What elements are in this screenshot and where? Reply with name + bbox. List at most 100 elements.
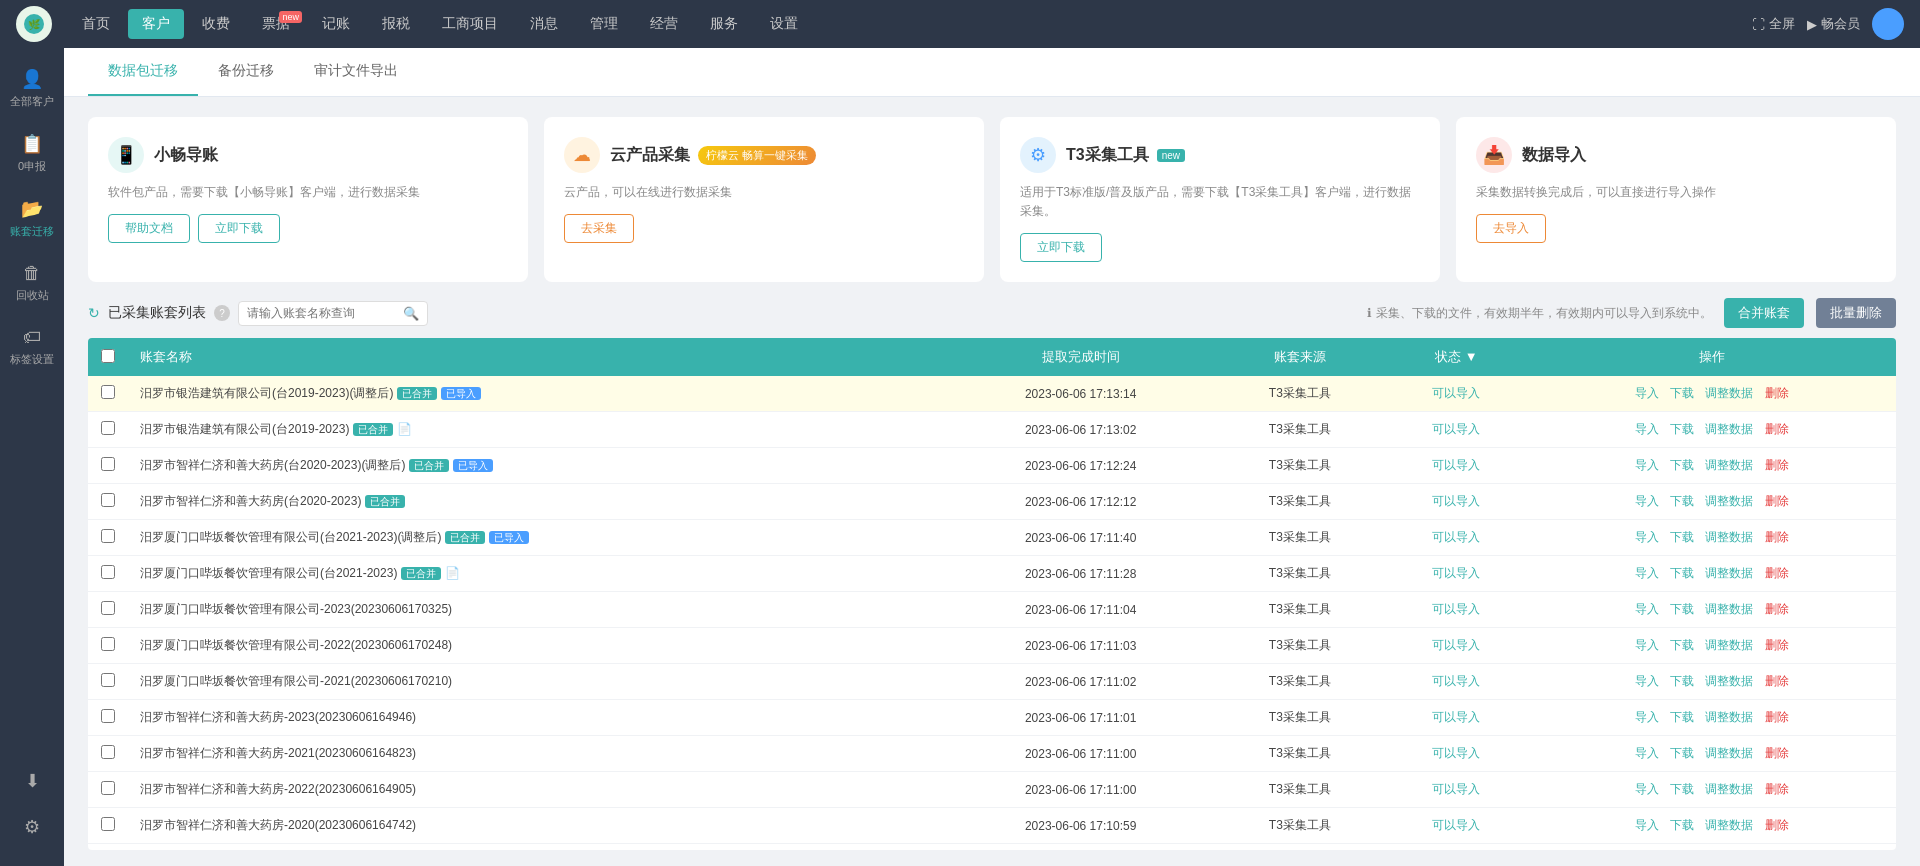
action-adjust[interactable]: 调整数据 — [1705, 638, 1753, 652]
action-import[interactable]: 导入 — [1635, 566, 1659, 580]
file-icon[interactable]: 📄 — [445, 566, 460, 580]
action-delete[interactable]: 删除 — [1765, 746, 1789, 760]
action-adjust[interactable]: 调整数据 — [1705, 782, 1753, 796]
action-download[interactable]: 下载 — [1670, 602, 1694, 616]
nav-industry[interactable]: 工商项目 — [428, 9, 512, 39]
action-adjust[interactable]: 调整数据 — [1705, 746, 1753, 760]
action-adjust[interactable]: 调整数据 — [1705, 602, 1753, 616]
sidebar-item-tag-settings[interactable]: 🏷 标签设置 — [0, 315, 64, 379]
file-icon[interactable]: 📄 — [397, 422, 412, 436]
action-import[interactable]: 导入 — [1635, 494, 1659, 508]
row-checkbox[interactable] — [101, 745, 115, 759]
row-checkbox[interactable] — [101, 709, 115, 723]
sidebar-item-recycle[interactable]: 🗑 回收站 — [0, 251, 64, 315]
row-checkbox[interactable] — [101, 565, 115, 579]
tab-backup-migration[interactable]: 备份迁移 — [198, 48, 294, 96]
action-delete[interactable]: 删除 — [1765, 566, 1789, 580]
action-delete[interactable]: 删除 — [1765, 710, 1789, 724]
action-download[interactable]: 下载 — [1670, 494, 1694, 508]
action-download[interactable]: 下载 — [1670, 782, 1694, 796]
btn-go-collect[interactable]: 去采集 — [564, 214, 634, 243]
action-adjust[interactable]: 调整数据 — [1705, 710, 1753, 724]
row-checkbox[interactable] — [101, 601, 115, 615]
vip-btn[interactable]: ▶ 畅会员 — [1807, 15, 1860, 33]
row-checkbox[interactable] — [101, 637, 115, 651]
action-import[interactable]: 导入 — [1635, 602, 1659, 616]
search-input[interactable] — [247, 306, 397, 320]
action-import[interactable]: 导入 — [1635, 818, 1659, 832]
row-checkbox[interactable] — [101, 673, 115, 687]
action-adjust[interactable]: 调整数据 — [1705, 386, 1753, 400]
btn-download-xiaochang[interactable]: 立即下载 — [198, 214, 280, 243]
nav-operation[interactable]: 经营 — [636, 9, 692, 39]
action-import[interactable]: 导入 — [1635, 386, 1659, 400]
search-icon[interactable]: 🔍 — [403, 306, 419, 321]
action-download[interactable]: 下载 — [1670, 674, 1694, 688]
btn-go-import[interactable]: 去导入 — [1476, 214, 1546, 243]
action-adjust[interactable]: 调整数据 — [1705, 674, 1753, 688]
action-download[interactable]: 下载 — [1670, 458, 1694, 472]
nav-invoice[interactable]: 票据new — [248, 9, 304, 39]
action-adjust[interactable]: 调整数据 — [1705, 422, 1753, 436]
nav-service[interactable]: 服务 — [696, 9, 752, 39]
nav-customer[interactable]: 客户 — [128, 9, 184, 39]
action-import[interactable]: 导入 — [1635, 674, 1659, 688]
avatar[interactable] — [1872, 8, 1904, 40]
action-delete[interactable]: 删除 — [1765, 530, 1789, 544]
merge-btn[interactable]: 合并账套 — [1724, 298, 1804, 328]
action-delete[interactable]: 删除 — [1765, 494, 1789, 508]
action-adjust[interactable]: 调整数据 — [1705, 818, 1753, 832]
action-delete[interactable]: 删除 — [1765, 818, 1789, 832]
sidebar-item-account-migration[interactable]: 📂 账套迁移 — [0, 186, 64, 251]
action-import[interactable]: 导入 — [1635, 782, 1659, 796]
nav-tax[interactable]: 报税 — [368, 9, 424, 39]
col-status[interactable]: 状态 ▼ — [1385, 338, 1528, 376]
action-import[interactable]: 导入 — [1635, 530, 1659, 544]
action-download[interactable]: 下载 — [1670, 638, 1694, 652]
action-download[interactable]: 下载 — [1670, 386, 1694, 400]
action-import[interactable]: 导入 — [1635, 458, 1659, 472]
btn-download-t3[interactable]: 立即下载 — [1020, 233, 1102, 262]
action-download[interactable]: 下载 — [1670, 746, 1694, 760]
action-download[interactable]: 下载 — [1670, 710, 1694, 724]
action-adjust[interactable]: 调整数据 — [1705, 566, 1753, 580]
action-delete[interactable]: 删除 — [1765, 674, 1789, 688]
nav-bookkeeping[interactable]: 记账 — [308, 9, 364, 39]
nav-manage[interactable]: 管理 — [576, 9, 632, 39]
action-import[interactable]: 导入 — [1635, 422, 1659, 436]
tab-data-migration[interactable]: 数据包迁移 — [88, 48, 198, 96]
select-all-checkbox[interactable] — [101, 349, 115, 363]
action-import[interactable]: 导入 — [1635, 710, 1659, 724]
row-checkbox[interactable] — [101, 385, 115, 399]
nav-message[interactable]: 消息 — [516, 9, 572, 39]
refresh-icon[interactable]: ↻ — [88, 305, 100, 321]
sidebar-item-zero-report[interactable]: 📋 0申报 — [0, 121, 64, 186]
row-checkbox[interactable] — [101, 529, 115, 543]
action-download[interactable]: 下载 — [1670, 422, 1694, 436]
action-delete[interactable]: 删除 — [1765, 638, 1789, 652]
action-adjust[interactable]: 调整数据 — [1705, 530, 1753, 544]
fullscreen-btn[interactable]: ⛶ 全屏 — [1752, 15, 1795, 33]
action-delete[interactable]: 删除 — [1765, 422, 1789, 436]
batch-delete-btn[interactable]: 批量删除 — [1816, 298, 1896, 328]
action-adjust[interactable]: 调整数据 — [1705, 494, 1753, 508]
action-delete[interactable]: 删除 — [1765, 386, 1789, 400]
help-icon[interactable]: ? — [214, 305, 230, 321]
row-checkbox[interactable] — [101, 493, 115, 507]
action-delete[interactable]: 删除 — [1765, 782, 1789, 796]
row-checkbox[interactable] — [101, 421, 115, 435]
action-delete[interactable]: 删除 — [1765, 602, 1789, 616]
sidebar-item-user-settings[interactable]: ⚙ — [16, 804, 48, 850]
action-import[interactable]: 导入 — [1635, 638, 1659, 652]
row-checkbox[interactable] — [101, 781, 115, 795]
row-checkbox[interactable] — [101, 457, 115, 471]
nav-home[interactable]: 首页 — [68, 9, 124, 39]
row-checkbox[interactable] — [101, 817, 115, 831]
action-import[interactable]: 导入 — [1635, 746, 1659, 760]
action-download[interactable]: 下载 — [1670, 530, 1694, 544]
nav-fee[interactable]: 收费 — [188, 9, 244, 39]
action-adjust[interactable]: 调整数据 — [1705, 458, 1753, 472]
action-download[interactable]: 下载 — [1670, 818, 1694, 832]
sidebar-item-download[interactable]: ⬇ — [16, 758, 48, 804]
action-download[interactable]: 下载 — [1670, 566, 1694, 580]
